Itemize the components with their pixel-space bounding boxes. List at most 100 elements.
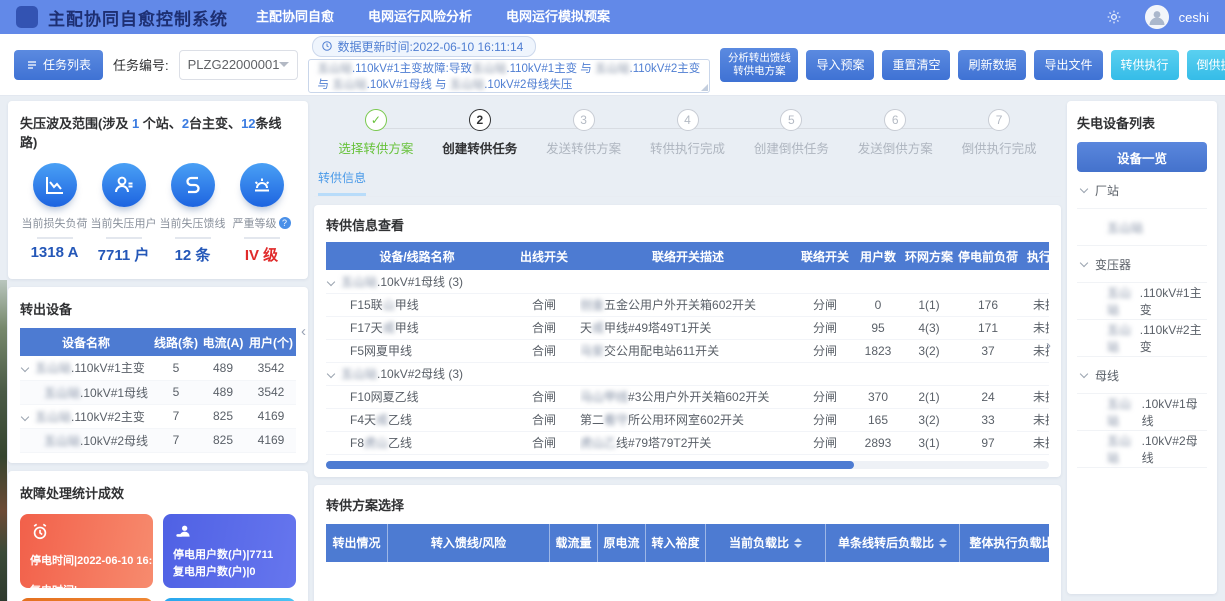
toolbar-button-1[interactable]: 导入预案 bbox=[806, 50, 874, 80]
tree-item[interactable]: 五山站.10kV#2母线 bbox=[1077, 431, 1207, 468]
redacted-text: 五山站 bbox=[1107, 284, 1140, 318]
tree-group-1[interactable]: 变压器 bbox=[1077, 246, 1207, 283]
tab-bar: 转供信息 bbox=[314, 159, 1061, 197]
group-row[interactable]: 五山站.10kV#1母线 (3) bbox=[326, 270, 1049, 293]
redacted-text: 看守 bbox=[604, 413, 628, 427]
chevron-down-icon[interactable] bbox=[1080, 259, 1088, 267]
fault-description-textarea[interactable]: 五山站.110kV#1主变故障:导致五山站.110kV#1主变 与 五山站.11… bbox=[308, 59, 710, 93]
plan-column-header-6[interactable]: 单条线转后负载比 bbox=[826, 524, 960, 562]
column-header: 线路(条) bbox=[152, 328, 200, 356]
pre-outage-load: 33 bbox=[956, 408, 1020, 431]
fault-stats-panel: 故障处理统计成效 停电时间|2022-06-10 16:11复电时间|停电用户数… bbox=[8, 471, 308, 601]
chevron-down-icon[interactable] bbox=[21, 412, 29, 420]
impact-scope-title: 失压波及范围(涉及 1 个站、2台主变、12条线路) bbox=[20, 113, 296, 151]
column-header: 设备名称 bbox=[20, 328, 152, 356]
task-no-select[interactable]: PLZG22000001 bbox=[179, 50, 299, 80]
table-row[interactable]: 五山站.10kV#2母线78254169 bbox=[20, 428, 296, 452]
chevron-down-icon[interactable] bbox=[327, 278, 335, 286]
pre-outage-load: 24 bbox=[956, 385, 1020, 408]
exec-status: 未执行 bbox=[1020, 316, 1049, 339]
table-row[interactable]: F5网夏甲线合闸马安交公用配电站611开关分闸18233(2)37未执行F16马… bbox=[326, 339, 1049, 362]
toolbar-button-2[interactable]: 重置清空 bbox=[882, 50, 950, 80]
toolbar-cyan-button-1[interactable]: 倒供执行 bbox=[1187, 50, 1225, 80]
current-value: 489 bbox=[200, 356, 246, 380]
redacted-text: 成 bbox=[376, 413, 388, 427]
toolbar-button-4[interactable]: 导出文件 bbox=[1034, 50, 1102, 80]
tree-item[interactable]: 五山站.110kV#1主变 bbox=[1077, 283, 1207, 320]
step-label: 创建倒供任务 bbox=[739, 138, 843, 157]
username[interactable]: ceshi bbox=[1179, 10, 1209, 25]
toolbar-button-3[interactable]: 刷新数据 bbox=[958, 50, 1026, 80]
sort-icon[interactable] bbox=[939, 538, 947, 548]
top-header-bar: 主配协同自愈控制系统 主配协同自愈电网运行风险分析电网运行模拟预案 ceshi bbox=[0, 0, 1225, 34]
data-update-time: 数据更新时间:2022-06-10 16:11:14 bbox=[312, 36, 536, 57]
sort-icon[interactable] bbox=[794, 538, 802, 548]
transfer-plan-panel: 转供方案选择 转出情况转入馈线/风险载流量原电流转入裕度当前负载比单条线转后负载… bbox=[314, 485, 1061, 601]
tree-item[interactable]: 五山站.110kV#2主变 bbox=[1077, 320, 1207, 357]
tree-group-0[interactable]: 厂站 bbox=[1077, 172, 1207, 209]
toolbar-cyan-button-0[interactable]: 转供执行 bbox=[1111, 50, 1179, 80]
step-2: 2创建转供任务 bbox=[428, 109, 532, 157]
step-circle: 4 bbox=[677, 109, 699, 131]
device-name: 五山站.10kV#1母线 bbox=[20, 380, 152, 404]
table-row[interactable]: F15联山甲线合闸创金五金公用户外开关箱602开关分闸01(1)176未执行F1… bbox=[326, 293, 1049, 316]
tie-switch: 分闸 bbox=[796, 385, 854, 408]
tree-item[interactable]: 五山站.10kV#1母线 bbox=[1077, 394, 1207, 431]
plan-column-header-5[interactable]: 当前负载比 bbox=[706, 524, 826, 562]
stat-divider bbox=[106, 237, 142, 239]
column-header: 电流(A) bbox=[200, 328, 246, 356]
exec-status: 未执行 bbox=[1020, 385, 1049, 408]
transfer-plan-empty-body bbox=[326, 562, 1049, 601]
chevron-down-icon[interactable] bbox=[1080, 370, 1088, 378]
fault-stat-card-0: 停电时间|2022-06-10 16:11复电时间| bbox=[20, 514, 153, 588]
horizontal-scrollbar[interactable] bbox=[326, 461, 1049, 469]
help-icon[interactable]: ? bbox=[279, 217, 291, 229]
table-row[interactable]: 五山站.10kV#1母线54893542 bbox=[20, 380, 296, 404]
feeder-name: F8虎山乙线 bbox=[326, 431, 508, 454]
group-row[interactable]: 五山站.10kV#2母线 (3) bbox=[326, 362, 1049, 385]
device-tree: 厂站五山站变压器五山站.110kV#1主变五山站.110kV#2主变母线五山站.… bbox=[1077, 172, 1207, 468]
tab-transfer-info[interactable]: 转供信息 bbox=[318, 169, 366, 196]
nav-item-0[interactable]: 主配协同自愈 bbox=[256, 0, 334, 34]
redacted-text: 成 bbox=[383, 321, 395, 335]
step-label: 发送倒供方案 bbox=[843, 138, 947, 157]
stat-divider bbox=[37, 237, 73, 239]
plan-column-header-3: 原电流 bbox=[598, 524, 646, 562]
transfer-out-devices-panel: 转出设备 设备名称线路(条)电流(A)用户(个) 五山站.110kV#1主变54… bbox=[8, 287, 308, 463]
table-row[interactable]: F4天成乙线合闸第二看守所公用环网室602开关分闸1653(2)33未执行F8看… bbox=[326, 408, 1049, 431]
chevron-down-icon[interactable] bbox=[21, 364, 29, 372]
settings-gear-icon[interactable] bbox=[1105, 8, 1123, 26]
toolbar-actions: 分析转出馈线 转供电方案导入预案重置清空刷新数据导出文件转供执行倒供执行图形分析 bbox=[720, 48, 1225, 82]
collapse-left-icon[interactable]: ‹ bbox=[301, 324, 306, 339]
scrollbar-thumb[interactable] bbox=[326, 461, 854, 469]
table-row[interactable]: 五山站.110kV#2主变78254169 bbox=[20, 404, 296, 428]
tree-item[interactable]: 五山站 bbox=[1077, 209, 1207, 246]
table-row[interactable]: F17天成甲线合闸天成甲线#49塔49T1开关分闸954(3)171未执行F7天… bbox=[326, 316, 1049, 339]
outlet-switch: 合闸 bbox=[508, 408, 580, 431]
task-list-button[interactable]: 任务列表 bbox=[14, 50, 103, 80]
load-chart-icon bbox=[33, 163, 77, 207]
step-6: 6发送倒供方案 bbox=[843, 109, 947, 157]
outlet-switch: 合闸 bbox=[508, 339, 580, 362]
chevron-down-icon[interactable] bbox=[327, 370, 335, 378]
collapse-right-icon[interactable]: › bbox=[1046, 338, 1051, 353]
column-header: 设备/线路名称 bbox=[326, 242, 508, 270]
user-avatar[interactable] bbox=[1145, 5, 1169, 29]
toolbar-button-0[interactable]: 分析转出馈线 转供电方案 bbox=[720, 48, 798, 82]
tie-switch-desc: 虎山乙线#79塔79T2开关 bbox=[580, 431, 796, 454]
table-row[interactable]: 五山站.110kV#1主变54893542 bbox=[20, 356, 296, 380]
table-row[interactable]: F10网夏乙线合闸马山甲线#3公用户外开关箱602开关分闸3702(1)24未执… bbox=[326, 385, 1049, 408]
nav-item-2[interactable]: 电网运行模拟预案 bbox=[506, 0, 610, 34]
table-row[interactable]: F8虎山乙线合闸虎山乙线#79塔79T2开关分闸28933(1)97未执行F5和… bbox=[326, 431, 1049, 454]
nav-item-1[interactable]: 电网运行风险分析 bbox=[368, 0, 472, 34]
redacted-text: 马山甲线 bbox=[580, 390, 628, 404]
device-overview-bar[interactable]: 设备一览 bbox=[1077, 142, 1207, 172]
chevron-down-icon[interactable] bbox=[1080, 185, 1088, 193]
users-value: 3542 bbox=[246, 380, 296, 404]
tree-group-2[interactable]: 母线 bbox=[1077, 357, 1207, 394]
redacted-text: 五山站 bbox=[44, 386, 80, 400]
users-count: 95 bbox=[854, 316, 902, 339]
plan-column-header-7[interactable]: 整体执行负载比 bbox=[960, 524, 1049, 562]
redacted-text: 五山站 bbox=[1107, 432, 1142, 466]
step-3: 3发送转供方案 bbox=[532, 109, 636, 157]
